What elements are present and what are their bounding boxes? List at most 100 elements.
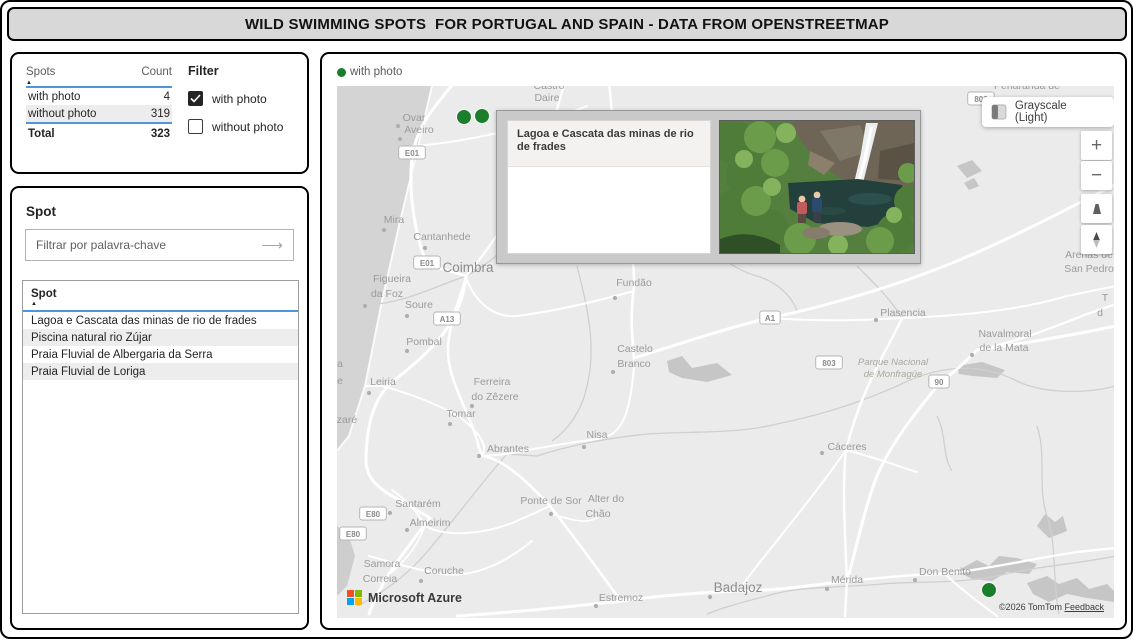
- map-style-selector[interactable]: Grayscale (Light): [982, 97, 1114, 127]
- spot-marker[interactable]: [457, 110, 472, 125]
- list-item[interactable]: Praia Fluvial de Albergaria da Serra: [23, 346, 298, 363]
- pitch-icon: [1089, 203, 1105, 215]
- svg-text:803: 803: [822, 359, 836, 368]
- tooltip-card: Lagoa e Cascata das minas de rio de frad…: [507, 120, 711, 254]
- feedback-link[interactable]: Feedback: [1064, 602, 1104, 612]
- map-legend: with photo: [337, 66, 402, 78]
- title-bar: WILD SWIMMING SPOTS FOR PORTUGAL AND SPA…: [7, 7, 1127, 41]
- microsoft-logo-icon: [347, 590, 362, 605]
- svg-text:E01: E01: [405, 149, 420, 158]
- map-label: Pombal: [406, 336, 442, 348]
- map-label: Branco: [617, 358, 650, 370]
- column-spots[interactable]: Spots: [26, 66, 55, 78]
- filter-option-without-photo[interactable]: without photo: [188, 119, 298, 134]
- legend-label: with photo: [350, 66, 402, 78]
- compass-button[interactable]: [1081, 225, 1112, 254]
- map-label: Parque Nacional: [858, 357, 929, 368]
- list-item[interactable]: Praia Fluvial de Loriga: [23, 363, 298, 380]
- map-label: Cáceres: [827, 441, 866, 453]
- map-label: Samora: [364, 558, 401, 570]
- map-label: T: [1102, 292, 1109, 304]
- azure-attribution: Microsoft Azure: [347, 590, 462, 605]
- spot-marker[interactable]: [982, 583, 997, 598]
- legend-dot-icon: [337, 68, 346, 77]
- spot-list-header[interactable]: Spot ▲: [23, 281, 298, 312]
- table-row[interactable]: with photo4: [26, 88, 172, 105]
- map-label: Coruche: [424, 565, 464, 577]
- keyword-search-box[interactable]: ⟶: [25, 229, 294, 261]
- map-label: Navalmoral: [978, 328, 1031, 340]
- map-label: Soure: [405, 299, 433, 311]
- map-panel: with photo: [320, 52, 1127, 630]
- summary-panel: Spots Count ▲ with photo4without photo31…: [10, 52, 309, 174]
- map-label: Mérida: [831, 574, 863, 586]
- map-label: Ferreira: [474, 376, 511, 388]
- checkbox-checked-icon[interactable]: [188, 91, 203, 106]
- pitch-button[interactable]: [1081, 194, 1112, 223]
- map-label: Coimbra: [442, 260, 494, 275]
- spot-list: Spot ▲ Lagoa e Cascata das minas de rio …: [22, 280, 299, 614]
- total-value: 323: [151, 127, 170, 141]
- table-row[interactable]: without photo319: [26, 105, 172, 122]
- sort-ascending-icon: ▲: [26, 80, 32, 86]
- waterfall-photo: [720, 121, 914, 253]
- compass-needle-icon: [1091, 232, 1102, 248]
- spot-tooltip: Lagoa e Cascata das minas de rio de frad…: [496, 110, 921, 264]
- map-label: Castelo: [617, 343, 653, 355]
- map-label: Correia: [363, 573, 398, 585]
- map-canvas[interactable]: OvarCastroDaireAveiroMiraCantanhedeFigue…: [337, 86, 1114, 618]
- map-label: Abrantes: [487, 443, 529, 455]
- road-shield: 90: [929, 375, 949, 388]
- list-item[interactable]: Lagoa e Cascata das minas de rio de frad…: [23, 312, 298, 329]
- filter-slicer: Filter with photo without photo: [188, 64, 298, 134]
- map-label: e: [337, 375, 343, 387]
- map-label: San Pedro: [1064, 263, 1114, 275]
- column-count[interactable]: Count: [141, 66, 172, 78]
- map-label: Leiria: [370, 376, 396, 388]
- map-label: Almeirim: [410, 517, 451, 529]
- zoom-out-button[interactable]: −: [1081, 161, 1112, 190]
- plus-icon: +: [1091, 135, 1102, 157]
- map-label: Santarém: [395, 498, 441, 510]
- zoom-in-button[interactable]: +: [1081, 131, 1112, 160]
- map-label: Ovar: [403, 112, 426, 124]
- map-label: Figueira: [373, 273, 411, 285]
- table-header[interactable]: Spots Count: [26, 66, 172, 88]
- map-label: Aveiro: [404, 124, 434, 136]
- road-shield: A1: [760, 311, 780, 324]
- table-body: with photo4without photo319: [26, 88, 172, 124]
- filter-title: Filter: [188, 64, 298, 78]
- map-style-icon: [991, 104, 1007, 120]
- sort-ascending-icon: ▲: [31, 301, 37, 307]
- map-label: zaré: [337, 414, 357, 426]
- map-label: Plasencia: [880, 307, 926, 319]
- road-shield: 803: [816, 356, 843, 369]
- checkbox-unchecked-icon[interactable]: [188, 119, 203, 134]
- map-label: a: [337, 358, 343, 370]
- azure-attribution-label: Microsoft Azure: [368, 591, 462, 605]
- map-label: de la Mata: [979, 342, 1028, 354]
- map-label: Daire: [534, 92, 559, 104]
- list-item[interactable]: Piscina natural rio Zújar: [23, 329, 298, 346]
- map-label: Tomar: [446, 408, 476, 420]
- svg-text:E01: E01: [420, 259, 435, 268]
- svg-text:E80: E80: [366, 510, 381, 519]
- search-input[interactable]: [26, 238, 261, 252]
- map-label: Peñaranda de: [994, 86, 1060, 92]
- svg-text:90: 90: [935, 378, 944, 387]
- spot-list-body: Lagoa e Cascata das minas de rio de frad…: [23, 312, 298, 380]
- map-label: d: [1097, 307, 1103, 319]
- spots-count-table: Spots Count ▲ with photo4without photo31…: [26, 66, 172, 143]
- map-label: Don Benito: [919, 566, 971, 578]
- map-label: Chão: [585, 508, 610, 520]
- map-label: Alter do: [588, 493, 624, 505]
- filter-option-with-photo[interactable]: with photo: [188, 91, 298, 106]
- map-label: Fundão: [616, 277, 652, 289]
- spot-marker[interactable]: [475, 109, 490, 124]
- tooltip-title: Lagoa e Cascata das minas de rio de frad…: [508, 121, 710, 167]
- search-submit-arrow-icon[interactable]: ⟶: [261, 238, 283, 253]
- spot-photo: [719, 120, 915, 254]
- map-label: Estremoz: [599, 592, 643, 604]
- road-shield: E01: [399, 146, 426, 159]
- page-title: WILD SWIMMING SPOTS FOR PORTUGAL AND SPA…: [245, 16, 889, 33]
